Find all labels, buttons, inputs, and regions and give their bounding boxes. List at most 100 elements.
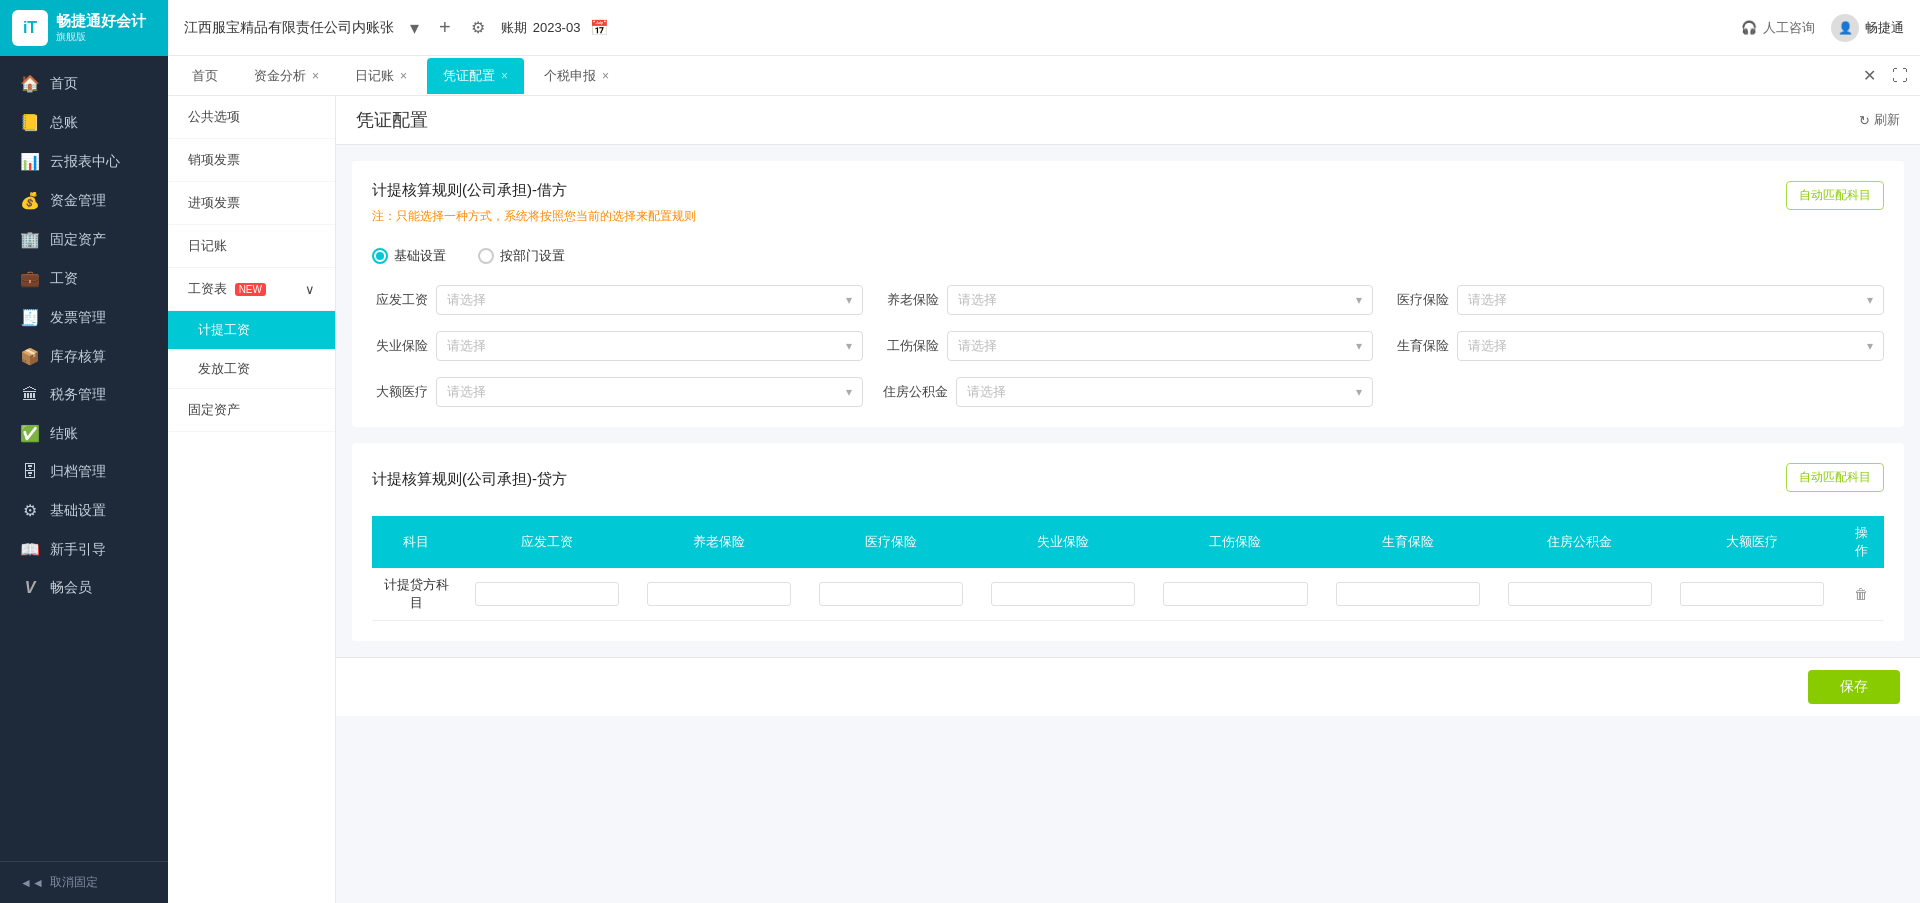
- input-gjj[interactable]: [1508, 582, 1652, 606]
- app-edition: 旗舰版: [56, 30, 146, 44]
- expand-tabs-btn[interactable]: ⛶: [1888, 63, 1912, 89]
- field-shengyu-placeholder: 请选择: [1468, 337, 1507, 355]
- dropdown-icon: ▾: [1356, 293, 1362, 307]
- menu-item-purchase[interactable]: 进项发票: [168, 182, 335, 225]
- menu-item-pay[interactable]: 发放工资: [168, 350, 335, 389]
- close-all-tabs-btn[interactable]: ✕: [1859, 62, 1880, 89]
- field-yiliao-select[interactable]: 请选择 ▾: [1457, 285, 1884, 315]
- input-yanglao[interactable]: [647, 582, 791, 606]
- app-name: 畅捷通好会计: [56, 12, 146, 30]
- menu-item-public[interactable]: 公共选项: [168, 96, 335, 139]
- input-yiliao[interactable]: [819, 582, 963, 606]
- input-yingfa[interactable]: [475, 582, 619, 606]
- menu-item-journal[interactable]: 日记账: [168, 225, 335, 268]
- sidebar-item-fund[interactable]: 💰 资金管理: [0, 181, 168, 220]
- sidebar-item-tax[interactable]: 🏛 税务管理: [0, 376, 168, 414]
- input-dae[interactable]: [1680, 582, 1824, 606]
- close-fund-tab[interactable]: ×: [312, 69, 319, 83]
- company-dropdown-btn[interactable]: ▾: [406, 13, 423, 43]
- input-gongshang[interactable]: [1163, 582, 1307, 606]
- menu-item-accrual[interactable]: 计提工资: [168, 311, 335, 350]
- user-info[interactable]: 👤 畅捷通: [1831, 14, 1904, 42]
- field-gjj-select[interactable]: 请选择 ▾: [956, 377, 1374, 407]
- tab-journal[interactable]: 日记账 ×: [339, 58, 423, 94]
- tab-voucher[interactable]: 凭证配置 ×: [427, 58, 524, 94]
- refresh-btn[interactable]: ↻ 刷新: [1859, 111, 1900, 129]
- td-yanglao[interactable]: [633, 568, 805, 621]
- field-dae-select[interactable]: 请选择 ▾: [436, 377, 863, 407]
- save-button[interactable]: 保存: [1808, 670, 1900, 704]
- debit-section: 计提核算规则(公司承担)-借方 注：只能选择一种方式，系统将按照您当前的选择来配…: [352, 161, 1904, 427]
- field-yanglao-select[interactable]: 请选择 ▾: [947, 285, 1374, 315]
- sidebar-item-salary[interactable]: 💼 工资: [0, 259, 168, 298]
- close-journal-tab[interactable]: ×: [400, 69, 407, 83]
- td-shengyu[interactable]: [1322, 568, 1494, 621]
- th-action: 操作: [1838, 516, 1884, 568]
- sidebar-item-label: 云报表中心: [50, 153, 120, 171]
- assets-icon: 🏢: [20, 230, 40, 249]
- close-tax-tab[interactable]: ×: [602, 69, 609, 83]
- chevron-down-icon: ∨: [305, 282, 315, 297]
- sidebar-item-checkout[interactable]: ✅ 结账: [0, 414, 168, 453]
- tab-tax-label: 个税申报: [544, 67, 596, 85]
- radio-dept-label: 按部门设置: [500, 247, 565, 265]
- td-gongshang[interactable]: [1149, 568, 1321, 621]
- sidebar-item-ledger[interactable]: 📒 总账: [0, 103, 168, 142]
- sidebar-item-label: 归档管理: [50, 463, 106, 481]
- td-yingfa[interactable]: [460, 568, 632, 621]
- field-yingfa-select[interactable]: 请选择 ▾: [436, 285, 863, 315]
- sidebar-item-settings[interactable]: ⚙ 基础设置: [0, 491, 168, 530]
- field-shengyu-select[interactable]: 请选择 ▾: [1457, 331, 1884, 361]
- radio-basic[interactable]: 基础设置: [372, 247, 446, 265]
- field-gongshang-select[interactable]: 请选择 ▾: [947, 331, 1374, 361]
- sidebar-item-reports[interactable]: 📊 云报表中心: [0, 142, 168, 181]
- td-dae[interactable]: [1666, 568, 1838, 621]
- main-area: 江西服宝精品有限责任公司内账张 ▾ + ⚙ 账期 2023-03 📅 🎧 人工咨…: [168, 0, 1920, 903]
- sidebar-item-label: 基础设置: [50, 502, 106, 520]
- salary-icon: 💼: [20, 269, 40, 288]
- menu-item-sales[interactable]: 销项发票: [168, 139, 335, 182]
- table-header-row: 科目 应发工资 养老保险 医疗保险 失业保险 工伤保险 生育保险 住房公积金 大…: [372, 516, 1884, 568]
- menu-item-fixed-assets[interactable]: 固定资产: [168, 389, 335, 432]
- tab-fund[interactable]: 资金分析 ×: [238, 58, 335, 94]
- cancel-pin-btn[interactable]: ◄◄ 取消固定: [0, 861, 168, 903]
- period-label: 账期: [501, 19, 527, 37]
- td-gjj[interactable]: [1494, 568, 1666, 621]
- menu-pay-label: 发放工资: [198, 361, 250, 376]
- debit-auto-match-btn[interactable]: 自动匹配科目: [1786, 181, 1884, 210]
- add-account-btn[interactable]: +: [435, 12, 455, 43]
- delete-row-btn[interactable]: 🗑: [1854, 586, 1868, 602]
- credit-auto-match-btn[interactable]: 自动匹配科目: [1786, 463, 1884, 492]
- sidebar-item-guide[interactable]: 📖 新手引导: [0, 530, 168, 569]
- sidebar-item-home[interactable]: 🏠 首页: [0, 64, 168, 103]
- settings-btn[interactable]: ⚙: [467, 14, 489, 41]
- input-shiye[interactable]: [991, 582, 1135, 606]
- sidebar-item-label: 发票管理: [50, 309, 106, 327]
- sidebar-item-vip[interactable]: V 畅会员: [0, 569, 168, 607]
- tab-home[interactable]: 首页: [176, 58, 234, 94]
- sidebar-item-inventory[interactable]: 📦 库存核算: [0, 337, 168, 376]
- sidebar-item-archive[interactable]: 🗄 归档管理: [0, 453, 168, 491]
- radio-dept[interactable]: 按部门设置: [478, 247, 565, 265]
- field-yiliao-label: 医疗保险: [1393, 291, 1449, 309]
- field-dae: 大额医疗 请选择 ▾: [372, 377, 863, 407]
- field-gongshang-label: 工伤保险: [883, 337, 939, 355]
- input-shengyu[interactable]: [1336, 582, 1480, 606]
- calendar-btn[interactable]: 📅: [586, 15, 613, 41]
- menu-item-salary-table[interactable]: 工资表 NEW ∨: [168, 268, 335, 311]
- sidebar-item-label: 税务管理: [50, 386, 106, 404]
- sidebar-item-assets[interactable]: 🏢 固定资产: [0, 220, 168, 259]
- radio-basic-label: 基础设置: [394, 247, 446, 265]
- td-yiliao[interactable]: [805, 568, 977, 621]
- menu-purchase-label: 进项发票: [188, 195, 240, 210]
- td-shiye[interactable]: [977, 568, 1149, 621]
- service-btn[interactable]: 🎧 人工咨询: [1741, 19, 1815, 37]
- content-area: 公共选项 销项发票 进项发票 日记账 工资表 NEW ∨ 计提工资: [168, 96, 1920, 903]
- td-delete[interactable]: 🗑: [1838, 568, 1884, 621]
- field-yanglao-placeholder: 请选择: [958, 291, 997, 309]
- close-voucher-tab[interactable]: ×: [501, 69, 508, 83]
- tab-tax[interactable]: 个税申报 ×: [528, 58, 625, 94]
- sidebar-item-invoice[interactable]: 🧾 发票管理: [0, 298, 168, 337]
- radio-basic-circle: [372, 248, 388, 264]
- field-shiye-select[interactable]: 请选择 ▾: [436, 331, 863, 361]
